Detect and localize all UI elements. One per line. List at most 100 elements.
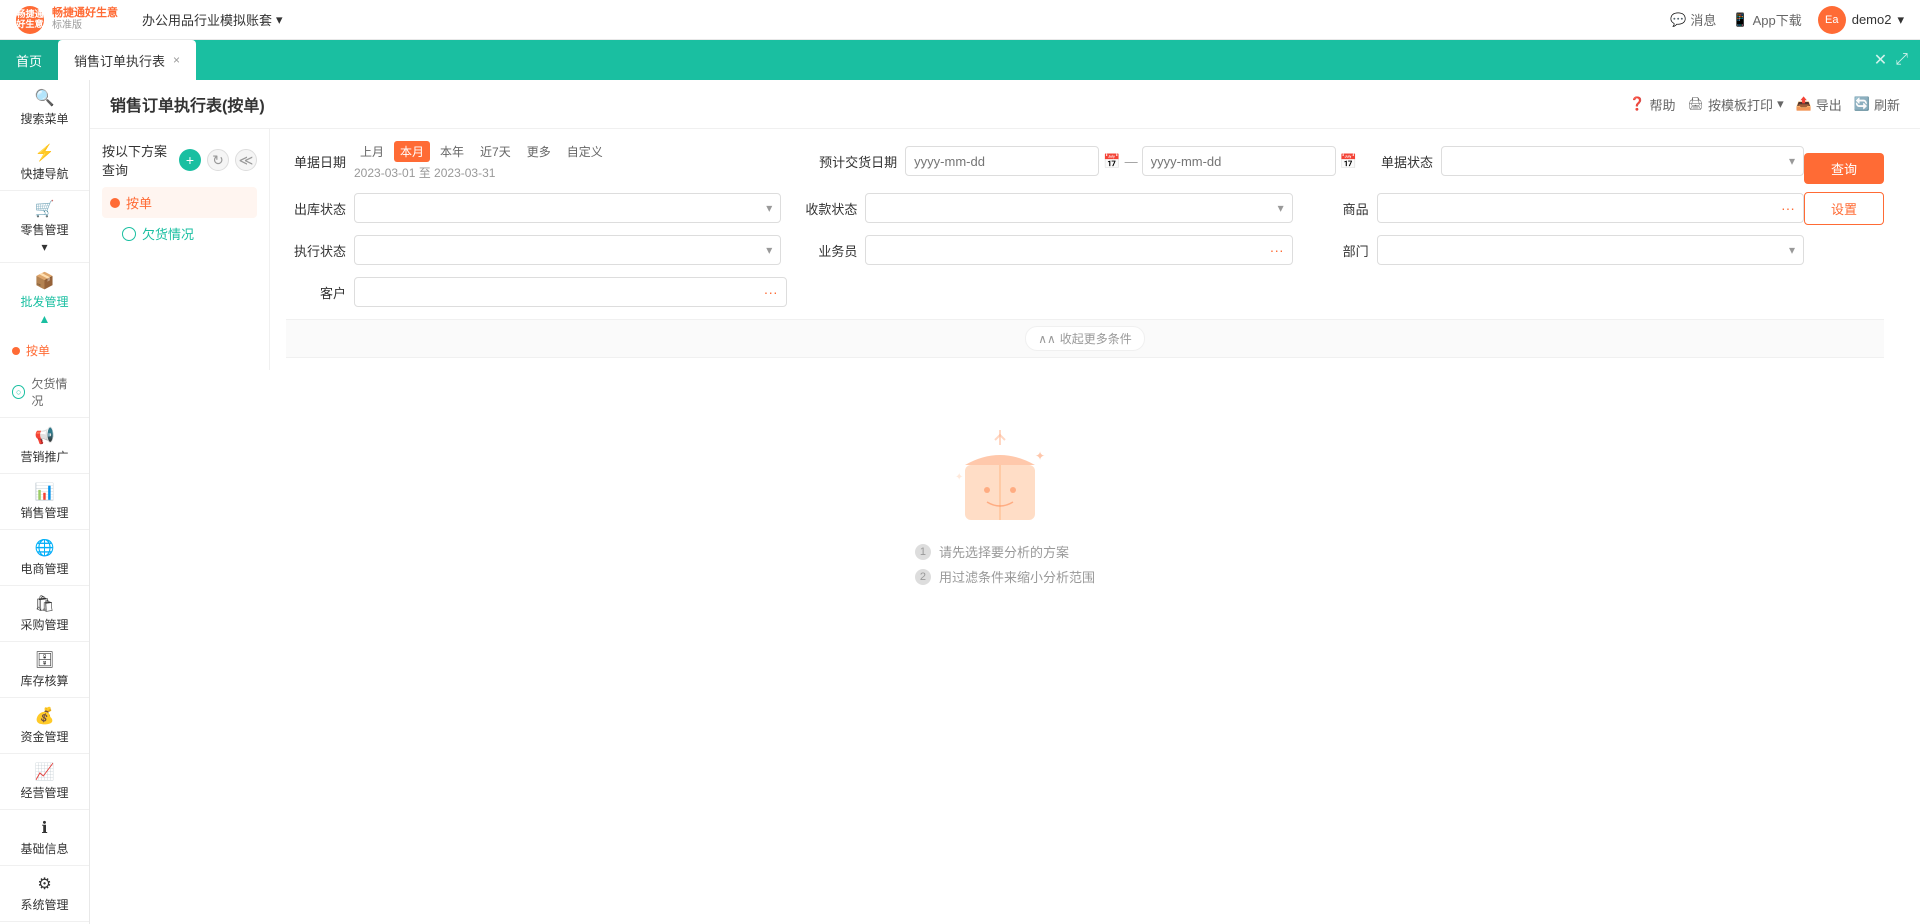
main-content: 销售订单执行表(按单) ❓ 帮助 🖨 按模板打印 ▾ 📤 导出 🔄 刷新 — [90, 80, 1920, 924]
out-status-label: 出库状态 — [286, 199, 346, 218]
filter-left: 按以下方案查询 + ↻ ≪ ● 按单 欠货情况 — [90, 129, 270, 370]
refresh-button[interactable]: 🔄 刷新 — [1854, 95, 1900, 114]
window-expand-button[interactable]: ⤢ — [1895, 51, 1908, 69]
svg-text:✦: ✦ — [955, 472, 963, 483]
message-label: 消息 — [1690, 10, 1716, 29]
salesperson-label: 业务员 — [797, 241, 857, 260]
hint-text-1: 请先选择要分析的方案 — [939, 542, 1069, 561]
collapse-plan-button[interactable]: ≪ — [235, 149, 257, 171]
period-btn-this-year[interactable]: 本年 — [434, 141, 470, 162]
tab-close-icon[interactable]: × — [173, 53, 180, 67]
filter-row-3: 执行状态 ▾ 业务员 ··· — [286, 235, 1804, 265]
marketing-icon: 📢 — [35, 426, 55, 446]
plan-item-debt[interactable]: 欠货情况 — [102, 218, 257, 249]
breadcrumb-text: 办公用品行业模拟账套 — [142, 10, 272, 29]
doc-status-select[interactable]: ▾ — [1441, 146, 1804, 176]
phone-icon: 📱 — [1732, 12, 1748, 28]
sidebar-item-system[interactable]: ⚙ 系统管理 — [0, 866, 89, 921]
sidebar-item-ecommerce[interactable]: 🌐 电商管理 — [0, 530, 89, 585]
filter-row-4: 客户 ··· — [286, 277, 1804, 307]
empty-hints: 1 请先选择要分析的方案 2 用过滤条件来缩小分析范围 — [915, 542, 1095, 592]
collapse-button[interactable]: ∧∧ 收起更多条件 — [1025, 326, 1145, 351]
sidebar-item-basic[interactable]: ℹ 基础信息 — [0, 810, 89, 865]
customer-select[interactable]: ··· — [354, 277, 787, 307]
sidebar-item-finance[interactable]: 💰 资金管理 — [0, 698, 89, 753]
wholesale-chevron: ▲ — [39, 312, 51, 326]
sidebar-item-retail[interactable]: 🛒 零售管理 ▾ — [0, 191, 89, 262]
query-button[interactable]: 查询 — [1804, 153, 1884, 184]
sidebar-item-purchase[interactable]: 🛍 采购管理 — [0, 586, 89, 641]
expected-date-to[interactable] — [1142, 146, 1336, 176]
payment-status-chevron: ▾ — [1278, 201, 1284, 215]
payment-status-select[interactable]: ▾ — [865, 193, 1292, 223]
filter-expected-date: 预计交货日期 📅 — 📅 — [819, 146, 1357, 176]
tab-home[interactable]: 首页 — [0, 40, 58, 80]
sidebar-item-operations[interactable]: 📈 经营管理 — [0, 754, 89, 809]
goods-select[interactable]: ··· — [1377, 193, 1804, 223]
export-button[interactable]: 📤 导出 — [1796, 95, 1842, 114]
sidebar-item-inventory[interactable]: 🗄 库存核算 — [0, 642, 89, 697]
sidebar-item-wholesale[interactable]: 📦 批发管理 ▲ — [0, 263, 89, 334]
expected-date-from[interactable] — [905, 146, 1099, 176]
refresh-plan-button[interactable]: ↻ — [207, 149, 229, 171]
breadcrumb-dropdown[interactable]: 办公用品行业模拟账套 ▾ — [142, 10, 283, 29]
empty-svg: ✦ ✦ — [945, 430, 1065, 530]
out-status-select[interactable]: ▾ — [354, 193, 781, 223]
goods-label: 商品 — [1309, 199, 1369, 218]
department-label: 部门 — [1309, 241, 1369, 260]
user-area[interactable]: Ea demo2 ▾ — [1818, 6, 1904, 34]
empty-hint-1: 1 请先选择要分析的方案 — [915, 542, 1095, 561]
hint-num-2: 2 — [915, 569, 931, 585]
wholesale-icon: 📦 — [35, 271, 55, 291]
window-close-button[interactable]: ✕ — [1874, 50, 1887, 70]
avatar-text: Ea — [1825, 14, 1838, 26]
salesperson-select[interactable]: ··· — [865, 235, 1292, 265]
filter-goods: 商品 ··· — [1309, 193, 1804, 223]
page-title: 销售订单执行表(按单) — [110, 92, 265, 116]
sidebar-item-sales[interactable]: 📊 销售管理 — [0, 474, 89, 529]
operations-icon: 📈 — [35, 762, 55, 782]
sidebar-sub-debt[interactable]: ○ 欠货情况 — [0, 367, 89, 417]
period-btn-prev-month[interactable]: 上月 — [354, 141, 390, 162]
logo-icon: 畅捷通好生意 — [16, 6, 44, 34]
period-btn-custom[interactable]: 自定义 — [561, 141, 609, 162]
retail-chevron: ▾ — [41, 240, 47, 254]
settings-button[interactable]: 设置 — [1804, 192, 1884, 225]
retail-icon: 🛒 — [35, 199, 55, 219]
sidebar-search-section: 🔍 搜索菜单 ⚡ 快捷导航 — [0, 80, 89, 191]
message-button[interactable]: 💬 消息 — [1670, 10, 1716, 29]
sidebar-search[interactable]: 🔍 搜索菜单 — [0, 80, 89, 135]
exec-status-select[interactable]: ▾ — [354, 235, 781, 265]
page-header: 销售订单执行表(按单) ❓ 帮助 🖨 按模板打印 ▾ 📤 导出 🔄 刷新 — [90, 80, 1920, 129]
sidebar-basic-section: ℹ 基础信息 — [0, 810, 89, 866]
period-btn-more[interactable]: 更多 — [521, 141, 557, 162]
export-icon: 📤 — [1796, 96, 1812, 112]
add-plan-button[interactable]: + — [179, 149, 201, 171]
app-download-button[interactable]: 📱 App下载 — [1732, 10, 1801, 29]
hint-num-1: 1 — [915, 544, 931, 560]
inventory-icon: 🗄 — [34, 650, 54, 670]
period-btn-this-month[interactable]: 本月 — [394, 141, 430, 162]
help-button[interactable]: ❓ 帮助 — [1629, 95, 1675, 114]
filter-salesperson: 业务员 ··· — [797, 235, 1292, 265]
customer-dots-icon[interactable]: ··· — [764, 284, 778, 300]
department-select[interactable]: ▾ — [1377, 235, 1804, 265]
sidebar-item-marketing[interactable]: 📢 营销推广 — [0, 418, 89, 473]
plan-item-press-order[interactable]: ● 按单 — [102, 187, 257, 218]
salesperson-dots-icon[interactable]: ··· — [1270, 242, 1284, 258]
finance-icon: 💰 — [35, 706, 55, 726]
sidebar-operations-section: 📈 经营管理 — [0, 754, 89, 810]
sidebar-quick-nav[interactable]: ⚡ 快捷导航 — [0, 135, 89, 190]
tab-sales-order[interactable]: 销售订单执行表 × — [58, 40, 196, 80]
page-container: 销售订单执行表(按单) ❓ 帮助 🖨 按模板打印 ▾ 📤 导出 🔄 刷新 — [90, 80, 1920, 924]
sidebar-sub-press-order[interactable]: 按单 — [0, 334, 89, 367]
page-header-actions: ❓ 帮助 🖨 按模板打印 ▾ 📤 导出 🔄 刷新 — [1629, 95, 1900, 114]
sidebar-sub-debt-label: 欠货情况 — [31, 375, 77, 409]
app-sub-label: 标准版 — [52, 20, 118, 32]
refresh-label: 刷新 — [1874, 95, 1900, 114]
period-btn-7days[interactable]: 近7天 — [474, 141, 517, 162]
sidebar-sales-label: 销售管理 — [20, 504, 68, 521]
header-right: 💬 消息 📱 App下载 Ea demo2 ▾ — [1670, 6, 1904, 34]
goods-dots-icon[interactable]: ··· — [1781, 200, 1795, 216]
print-button[interactable]: 🖨 按模板打印 ▾ — [1688, 95, 1784, 114]
